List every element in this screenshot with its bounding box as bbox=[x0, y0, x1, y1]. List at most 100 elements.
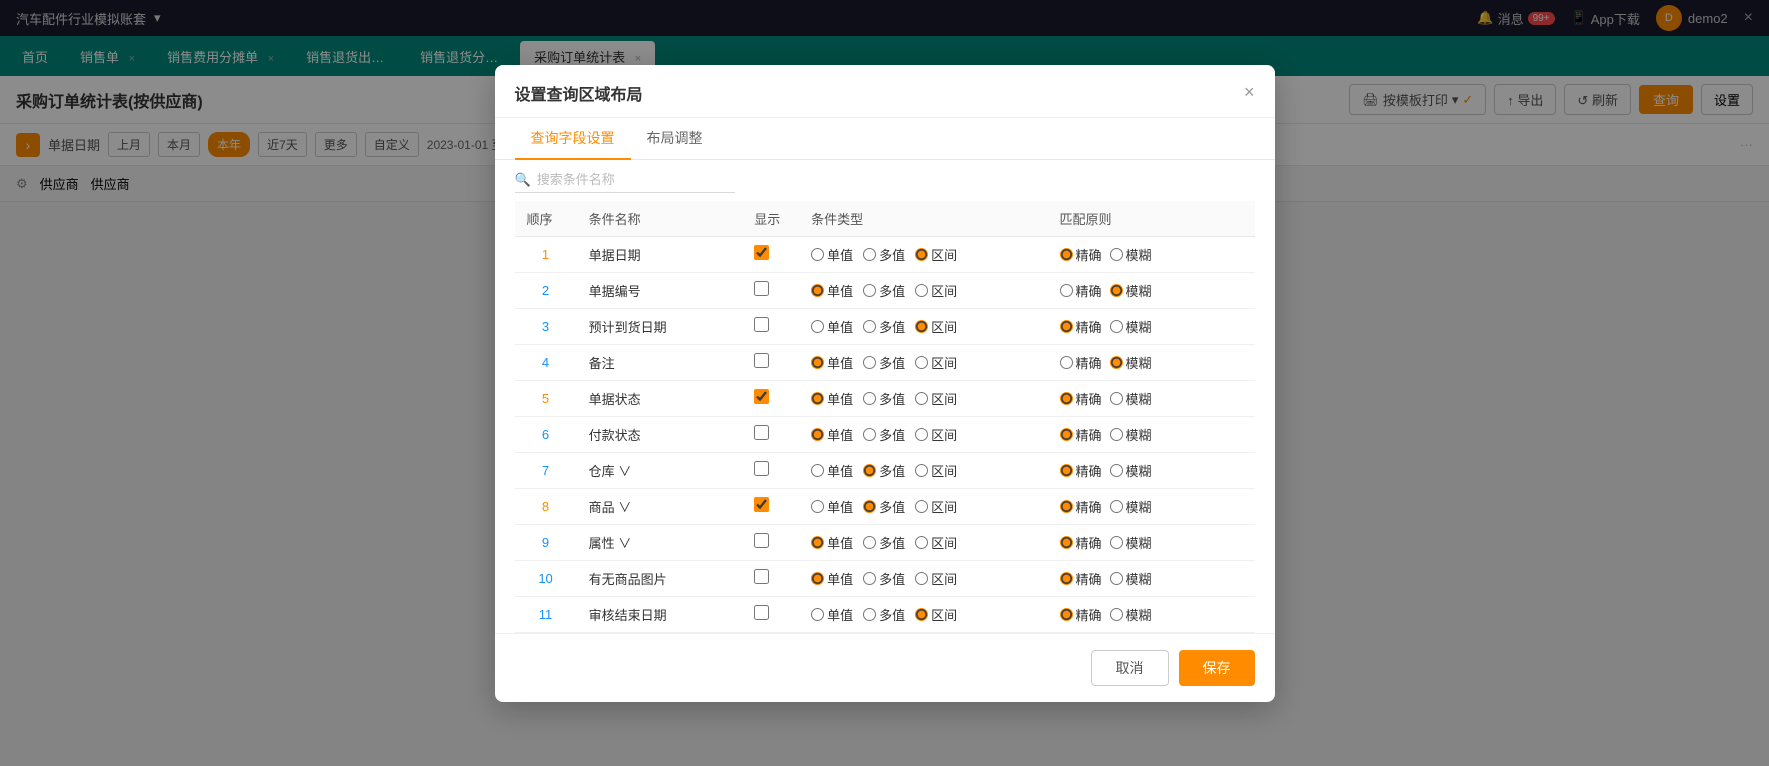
display-checkbox[interactable] bbox=[754, 317, 769, 332]
match-fuzzy-radio[interactable]: 模糊 bbox=[1110, 605, 1152, 624]
type-single-radio[interactable]: 单值 bbox=[811, 317, 853, 336]
cell-match: 精确模糊 bbox=[1048, 380, 1255, 416]
cell-match: 精确模糊 bbox=[1048, 308, 1255, 344]
type-multi-radio[interactable]: 多值 bbox=[863, 605, 905, 624]
type-multi-radio[interactable]: 多值 bbox=[863, 281, 905, 300]
type-multi-radio[interactable]: 多值 bbox=[863, 245, 905, 264]
display-checkbox[interactable] bbox=[754, 245, 769, 260]
table-row: 9属性 ∨单值多值区间精确模糊 bbox=[515, 524, 1255, 560]
display-checkbox[interactable] bbox=[754, 569, 769, 584]
type-single-radio[interactable]: 单值 bbox=[811, 281, 853, 300]
cell-name: 预计到货日期 bbox=[577, 308, 743, 344]
cell-name: 单据日期 bbox=[577, 236, 743, 272]
type-single-radio[interactable]: 单值 bbox=[811, 389, 853, 408]
match-exact-radio[interactable]: 精确 bbox=[1060, 281, 1102, 300]
display-checkbox[interactable] bbox=[754, 353, 769, 368]
cell-order: 9 bbox=[515, 524, 577, 560]
type-multi-radio[interactable]: 多值 bbox=[863, 461, 905, 480]
col-header-match: 匹配原则 bbox=[1048, 201, 1255, 237]
table-row: 8商品 ∨ 单值多值区间 精确模糊 bbox=[515, 488, 1255, 524]
table-row: 6付款状态单值多值区间精确模糊 bbox=[515, 416, 1255, 452]
cell-order: 10 bbox=[515, 560, 577, 596]
type-single-radio[interactable]: 单值 bbox=[811, 425, 853, 444]
match-fuzzy-radio[interactable]: 模糊 bbox=[1110, 533, 1152, 552]
type-single-radio[interactable]: 单值 bbox=[811, 461, 853, 480]
match-fuzzy-radio[interactable]: 模糊 bbox=[1110, 461, 1152, 480]
tab-layout-adjustment[interactable]: 布局调整 bbox=[631, 118, 719, 160]
match-fuzzy-radio[interactable]: 模糊 bbox=[1110, 425, 1152, 444]
cell-type: 单值多值区间 bbox=[799, 596, 1047, 632]
match-fuzzy-radio[interactable]: 模糊 bbox=[1110, 281, 1152, 300]
match-exact-radio[interactable]: 精确 bbox=[1060, 317, 1102, 336]
table-row: 1单据日期单值多值区间精确模糊 bbox=[515, 236, 1255, 272]
match-exact-radio[interactable]: 精确 bbox=[1060, 605, 1102, 624]
match-fuzzy-radio[interactable]: 模糊 bbox=[1110, 317, 1152, 336]
type-range-radio[interactable]: 区间 bbox=[915, 245, 957, 264]
cell-name: 审核结束日期 bbox=[577, 596, 743, 632]
type-multi-radio[interactable]: 多值 bbox=[863, 569, 905, 588]
cell-name: 仓库 ∨ bbox=[577, 452, 743, 488]
match-fuzzy-radio[interactable]: 模糊 bbox=[1110, 245, 1152, 264]
cell-name: 商品 ∨ bbox=[577, 488, 743, 524]
save-button[interactable]: 保存 bbox=[1179, 650, 1255, 686]
type-single-radio[interactable]: 单值 bbox=[811, 497, 853, 516]
type-range-radio[interactable]: 区间 bbox=[915, 425, 957, 444]
cell-order: 3 bbox=[515, 308, 577, 344]
match-fuzzy-radio[interactable]: 模糊 bbox=[1110, 569, 1152, 588]
type-range-radio[interactable]: 区间 bbox=[915, 461, 957, 480]
type-range-radio[interactable]: 区间 bbox=[915, 353, 957, 372]
match-exact-radio[interactable]: 精确 bbox=[1060, 533, 1102, 552]
cell-match: 精确模糊 bbox=[1048, 452, 1255, 488]
match-exact-radio[interactable]: 精确 bbox=[1060, 245, 1102, 264]
match-fuzzy-radio[interactable]: 模糊 bbox=[1110, 389, 1152, 408]
cell-order: 2 bbox=[515, 272, 577, 308]
match-exact-radio[interactable]: 精确 bbox=[1060, 569, 1102, 588]
type-multi-radio[interactable]: 多值 bbox=[863, 533, 905, 552]
display-checkbox[interactable] bbox=[754, 497, 769, 512]
display-checkbox[interactable] bbox=[754, 281, 769, 296]
type-single-radio[interactable]: 单值 bbox=[811, 353, 853, 372]
table-row: 5单据状态单值多值区间精确模糊 bbox=[515, 380, 1255, 416]
type-range-radio[interactable]: 区间 bbox=[915, 569, 957, 588]
tab-query-field-settings[interactable]: 查询字段设置 bbox=[515, 118, 631, 160]
type-range-radio[interactable]: 区间 bbox=[915, 389, 957, 408]
display-checkbox[interactable] bbox=[754, 389, 769, 404]
type-range-radio[interactable]: 区间 bbox=[915, 281, 957, 300]
dialog-table-wrap: 顺序 条件名称 显示 条件类型 匹配原则 1单据日期单值多值区间精确模糊2单据编… bbox=[495, 201, 1275, 633]
cell-match: 精确模糊 bbox=[1048, 272, 1255, 308]
display-checkbox[interactable] bbox=[754, 425, 769, 440]
type-range-radio[interactable]: 区间 bbox=[915, 533, 957, 552]
display-checkbox[interactable] bbox=[754, 461, 769, 476]
dialog-close-button[interactable]: × bbox=[1244, 82, 1255, 103]
type-single-radio[interactable]: 单值 bbox=[811, 605, 853, 624]
cell-type: 单值多值区间 bbox=[799, 272, 1047, 308]
match-exact-radio[interactable]: 精确 bbox=[1060, 461, 1102, 480]
match-fuzzy-radio[interactable]: 模糊 bbox=[1110, 353, 1152, 372]
cell-type: 单值多值区间 bbox=[799, 452, 1047, 488]
type-single-radio[interactable]: 单值 bbox=[811, 245, 853, 264]
type-single-radio[interactable]: 单值 bbox=[811, 569, 853, 588]
cell-name: 备注 bbox=[577, 344, 743, 380]
cell-display bbox=[742, 381, 799, 412]
type-range-radio[interactable]: 区间 bbox=[915, 497, 957, 516]
match-exact-radio[interactable]: 精确 bbox=[1060, 497, 1102, 516]
match-fuzzy-radio[interactable]: 模糊 bbox=[1110, 497, 1152, 516]
type-range-radio[interactable]: 区间 bbox=[915, 317, 957, 336]
match-exact-radio[interactable]: 精确 bbox=[1060, 389, 1102, 408]
type-multi-radio[interactable]: 多值 bbox=[863, 317, 905, 336]
match-exact-radio[interactable]: 精确 bbox=[1060, 425, 1102, 444]
type-multi-radio[interactable]: 多值 bbox=[863, 389, 905, 408]
display-checkbox[interactable] bbox=[754, 605, 769, 620]
match-exact-radio[interactable]: 精确 bbox=[1060, 353, 1102, 372]
conditions-table: 顺序 条件名称 显示 条件类型 匹配原则 1单据日期单值多值区间精确模糊2单据编… bbox=[515, 201, 1255, 633]
type-range-radio[interactable]: 区间 bbox=[915, 605, 957, 624]
cancel-button[interactable]: 取消 bbox=[1091, 650, 1169, 686]
type-multi-radio[interactable]: 多值 bbox=[863, 353, 905, 372]
cell-order: 8 bbox=[515, 488, 577, 524]
type-multi-radio[interactable]: 多值 bbox=[863, 497, 905, 516]
type-multi-radio[interactable]: 多值 bbox=[863, 425, 905, 444]
search-input[interactable] bbox=[537, 172, 717, 187]
display-checkbox[interactable] bbox=[754, 533, 769, 548]
type-single-radio[interactable]: 单值 bbox=[811, 533, 853, 552]
table-row: 3预计到货日期 单值多值区间 精确模糊 bbox=[515, 308, 1255, 344]
